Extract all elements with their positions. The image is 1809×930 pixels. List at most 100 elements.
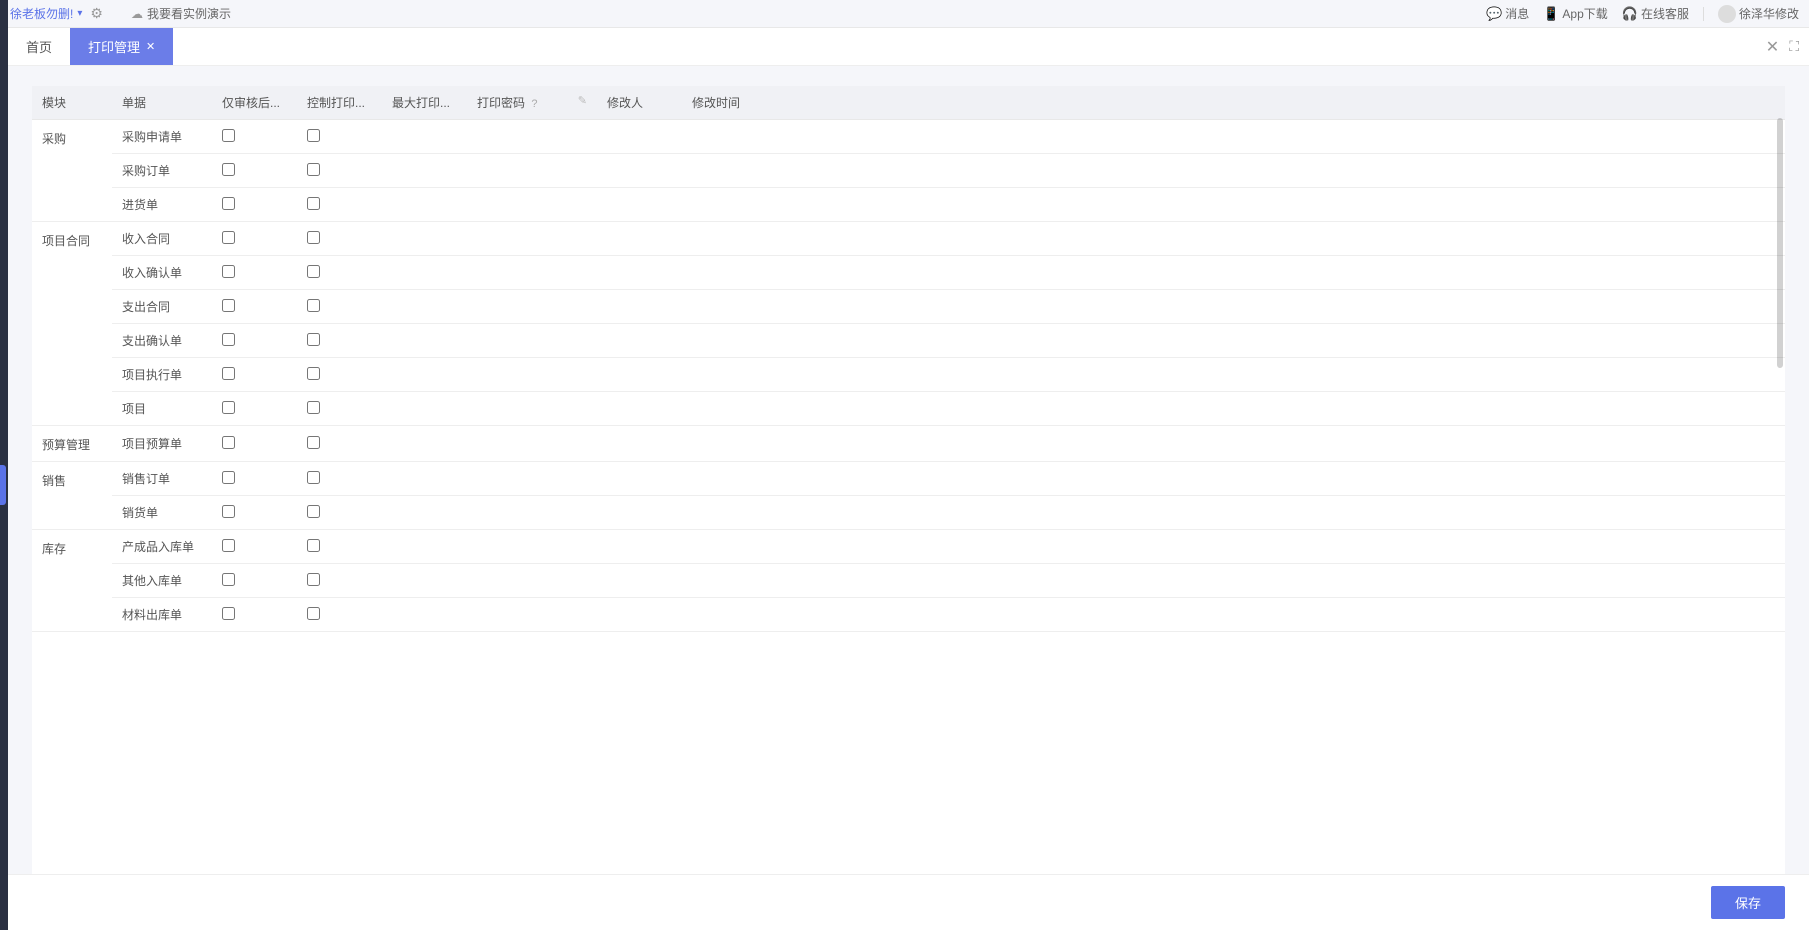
modify-time-cell	[682, 392, 1785, 426]
table-row: 支出合同	[32, 290, 1785, 324]
audit-only-checkbox[interactable]	[222, 436, 235, 449]
left-nav-rail[interactable]	[0, 0, 8, 930]
control-print-checkbox[interactable]	[307, 471, 320, 484]
control-print-cell	[297, 222, 382, 256]
cloud-icon: ☁	[131, 7, 143, 21]
audit-only-checkbox[interactable]	[222, 197, 235, 210]
gear-icon[interactable]: ⚙	[90, 5, 103, 22]
main-content: 模块 单据 仅审核后... 控制打印... 最大打印... 打印密码 ? ✎ 修…	[8, 66, 1809, 874]
modify-time-cell	[682, 222, 1785, 256]
table-row: 采购订单	[32, 154, 1785, 188]
audit-only-checkbox[interactable]	[222, 265, 235, 278]
control-print-checkbox[interactable]	[307, 333, 320, 346]
document-cell: 进货单	[112, 188, 212, 222]
control-print-cell	[297, 530, 382, 564]
module-cell: 库存	[32, 530, 112, 632]
close-all-tabs-icon[interactable]: ✕	[1766, 37, 1779, 57]
control-print-checkbox[interactable]	[307, 163, 320, 176]
divider	[1703, 7, 1704, 21]
col-print-password: 打印密码 ? ✎	[467, 86, 597, 120]
tab-print-management[interactable]: 打印管理 ✕	[70, 28, 173, 65]
audit-only-checkbox[interactable]	[222, 163, 235, 176]
audit-only-checkbox[interactable]	[222, 367, 235, 380]
print-password-cell	[467, 290, 597, 324]
control-print-checkbox[interactable]	[307, 197, 320, 210]
control-print-cell	[297, 290, 382, 324]
audit-only-cell	[212, 188, 297, 222]
org-selector[interactable]: 徐老板勿删! ▾	[10, 5, 82, 22]
module-cell: 预算管理	[32, 426, 112, 462]
audit-only-checkbox[interactable]	[222, 471, 235, 484]
audit-only-checkbox[interactable]	[222, 573, 235, 586]
audit-only-cell	[212, 462, 297, 496]
document-cell: 采购申请单	[112, 120, 212, 154]
tab-print-label: 打印管理	[88, 37, 140, 56]
modifier-cell	[597, 564, 682, 598]
control-print-checkbox[interactable]	[307, 436, 320, 449]
audit-only-checkbox[interactable]	[222, 299, 235, 312]
col-modify-time: 修改时间	[682, 86, 1785, 120]
max-print-cell	[382, 426, 467, 462]
table-row: 采购采购申请单	[32, 120, 1785, 154]
table-header-row: 模块 单据 仅审核后... 控制打印... 最大打印... 打印密码 ? ✎ 修…	[32, 86, 1785, 120]
print-settings-table: 模块 单据 仅审核后... 控制打印... 最大打印... 打印密码 ? ✎ 修…	[32, 86, 1785, 874]
app-download-link[interactable]: 📱 App下载	[1543, 5, 1608, 22]
control-print-checkbox[interactable]	[307, 265, 320, 278]
topbar: 徐老板勿删! ▾ ⚙ ☁ 我要看实例演示 💬 消息 📱 App下载 🎧 在线客服	[0, 0, 1809, 28]
table-row: 进货单	[32, 188, 1785, 222]
demo-link[interactable]: ☁ 我要看实例演示	[131, 5, 231, 22]
print-password-cell	[467, 392, 597, 426]
table-row: 预算管理项目预算单	[32, 426, 1785, 462]
audit-only-cell	[212, 256, 297, 290]
control-print-checkbox[interactable]	[307, 129, 320, 142]
audit-only-checkbox[interactable]	[222, 231, 235, 244]
scrollbar-thumb[interactable]	[1777, 118, 1783, 368]
audit-only-checkbox[interactable]	[222, 401, 235, 414]
control-print-checkbox[interactable]	[307, 367, 320, 380]
audit-only-checkbox[interactable]	[222, 607, 235, 620]
col-modifier: 修改人	[597, 86, 682, 120]
control-print-checkbox[interactable]	[307, 539, 320, 552]
user-menu[interactable]: 徐泽华修改	[1718, 5, 1799, 23]
control-print-checkbox[interactable]	[307, 231, 320, 244]
help-icon[interactable]: ?	[531, 98, 537, 110]
messages-link[interactable]: 💬 消息	[1486, 5, 1529, 22]
audit-only-checkbox[interactable]	[222, 539, 235, 552]
max-print-cell	[382, 154, 467, 188]
print-password-cell	[467, 598, 597, 632]
audit-only-checkbox[interactable]	[222, 505, 235, 518]
fullscreen-icon[interactable]: ⛶	[1789, 38, 1799, 55]
print-password-cell	[467, 188, 597, 222]
footer-bar: 保存	[8, 874, 1809, 930]
tab-home[interactable]: 首页	[8, 28, 70, 65]
max-print-cell	[382, 530, 467, 564]
modify-time-cell	[682, 598, 1785, 632]
table-row: 支出确认单	[32, 324, 1785, 358]
document-cell: 销货单	[112, 496, 212, 530]
max-print-cell	[382, 462, 467, 496]
save-button[interactable]: 保存	[1711, 886, 1785, 919]
online-service-link[interactable]: 🎧 在线客服	[1622, 5, 1689, 22]
control-print-checkbox[interactable]	[307, 573, 320, 586]
audit-only-checkbox[interactable]	[222, 333, 235, 346]
document-cell: 收入确认单	[112, 256, 212, 290]
document-cell: 项目执行单	[112, 358, 212, 392]
audit-only-cell	[212, 324, 297, 358]
audit-only-cell	[212, 496, 297, 530]
max-print-cell	[382, 188, 467, 222]
modifier-cell	[597, 598, 682, 632]
document-cell: 采购订单	[112, 154, 212, 188]
messages-label: 消息	[1505, 5, 1529, 22]
control-print-checkbox[interactable]	[307, 299, 320, 312]
modify-time-cell	[682, 426, 1785, 462]
document-cell: 其他入库单	[112, 564, 212, 598]
audit-only-checkbox[interactable]	[222, 129, 235, 142]
edit-icon[interactable]: ✎	[578, 94, 587, 107]
control-print-checkbox[interactable]	[307, 401, 320, 414]
modify-time-cell	[682, 496, 1785, 530]
close-icon[interactable]: ✕	[146, 40, 155, 53]
control-print-cell	[297, 120, 382, 154]
control-print-checkbox[interactable]	[307, 505, 320, 518]
control-print-checkbox[interactable]	[307, 607, 320, 620]
modifier-cell	[597, 256, 682, 290]
